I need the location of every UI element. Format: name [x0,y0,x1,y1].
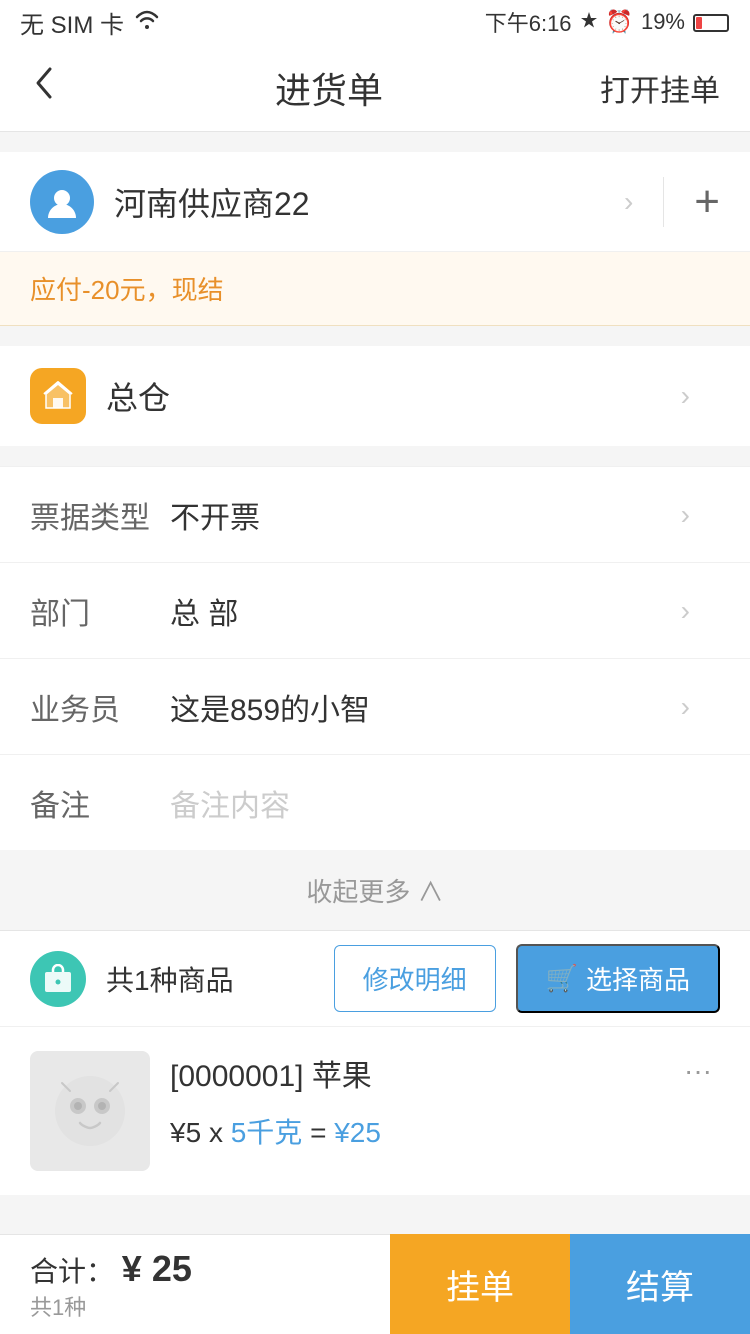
bottom-bar: 合计： ¥ 25 共1种 挂单 结算 [0,1234,750,1334]
total-amount: ¥ 25 [122,1248,192,1289]
equals-sign: = [310,1117,334,1148]
notice-text: 应付-20元，现结 [30,275,224,305]
line-total: ¥25 [334,1117,381,1148]
status-bar: 无 SIM 卡 下午6:16 ⏰ 19% [0,0,750,44]
hang-button[interactable]: 挂单 [390,1234,570,1334]
supplier-section: 河南供应商22 › + 应付-20元，现结 [0,152,750,326]
checkout-label: 结算 [626,1260,694,1309]
battery-icon [693,9,730,35]
unit-price: ¥5 [170,1117,201,1148]
status-left: 无 SIM 卡 [20,5,160,40]
edit-detail-button[interactable]: 修改明细 [334,945,496,1012]
add-button[interactable]: + [694,180,720,224]
form-section: 票据类型 不开票 › 部门 总 部 › 业务员 这是859的小智 › 备注 备注… [0,466,750,850]
department-value: 总 部 [170,589,681,633]
warehouse-icon [30,368,86,424]
department-label: 部门 [30,589,170,633]
salesperson-chevron: › [681,691,690,723]
time-label: 下午6:16 [485,6,572,38]
status-right: 下午6:16 ⏰ 19% [485,6,730,38]
nav-bar: 进货单 打开挂单 [0,44,750,132]
alarm-icon: ⏰ [606,9,633,35]
battery-percent: 19% [641,9,685,35]
product-header: 共1种商品 修改明细 🛒 选择商品 [0,930,750,1026]
total-section: 合计： ¥ 25 共1种 [0,1234,390,1334]
product-thumbnail [30,1051,150,1171]
remarks-label: 备注 [30,781,170,825]
supplier-avatar [30,170,94,234]
product-item: [0000001] 苹果 ¥5 x 5千克 = ¥25 ··· [0,1026,750,1195]
supplier-name: 河南供应商22 [114,179,624,225]
supplier-chevron-icon: › [624,186,633,218]
collapse-bar[interactable]: 收起更多 ∧ [0,850,750,930]
remarks-placeholder: 备注内容 [170,781,720,825]
invoice-type-chevron: › [681,499,690,531]
open-hang-button[interactable]: 打开挂单 [600,66,720,110]
location-icon [580,9,598,35]
department-row[interactable]: 部门 总 部 › [0,562,750,658]
checkout-button[interactable]: 结算 [570,1234,750,1334]
product-price-row: ¥5 x 5千克 = ¥25 [170,1111,656,1151]
select-product-label: 选择商品 [586,960,690,997]
invoice-type-row[interactable]: 票据类型 不开票 › [0,466,750,562]
quantity-value: 5千克 [231,1117,303,1148]
product-info: [0000001] 苹果 ¥5 x 5千克 = ¥25 [170,1051,656,1151]
multiply-sign: x [209,1117,231,1148]
back-button[interactable] [30,61,58,114]
product-title: 苹果 [312,1060,372,1093]
product-count-label: 共1种商品 [106,959,314,999]
salesperson-value: 这是859的小智 [170,685,681,729]
remarks-row[interactable]: 备注 备注内容 [0,754,750,850]
select-product-button[interactable]: 🛒 选择商品 [516,944,720,1013]
gap-2 [0,326,750,346]
supplier-row[interactable]: 河南供应商22 › + [0,152,750,252]
total-prefix: 合计： [30,1256,114,1287]
cart-icon: 🛒 [546,963,578,994]
invoice-type-value: 不开票 [170,493,681,537]
notice-bar: 应付-20元，现结 [0,252,750,326]
invoice-type-label: 票据类型 [30,493,170,537]
product-icon [30,951,86,1007]
warehouse-chevron-icon: › [681,380,690,412]
total-row: 合计： ¥ 25 [30,1248,360,1290]
total-sub-label: 共1种 [30,1290,360,1322]
collapse-label: 收起更多 ∧ [306,872,443,909]
page-title: 进货单 [275,62,383,114]
vertical-divider [663,177,664,227]
gap-1 [0,132,750,152]
gap-3 [0,446,750,466]
product-code: [0000001] [170,1060,303,1093]
product-name: [0000001] 苹果 [170,1051,656,1095]
wifi-icon [134,8,160,36]
more-button[interactable]: ··· [676,1051,720,1091]
product-section: 共1种商品 修改明细 🛒 选择商品 [0000001] 苹果 [0,930,750,1195]
salesperson-label: 业务员 [30,685,170,729]
salesperson-row[interactable]: 业务员 这是859的小智 › [0,658,750,754]
carrier-label: 无 SIM 卡 [20,5,124,40]
warehouse-row[interactable]: 总仓 › [0,346,750,446]
department-chevron: › [681,595,690,627]
hang-label: 挂单 [446,1260,514,1309]
warehouse-name: 总仓 [106,373,681,419]
warehouse-section: 总仓 › [0,346,750,446]
